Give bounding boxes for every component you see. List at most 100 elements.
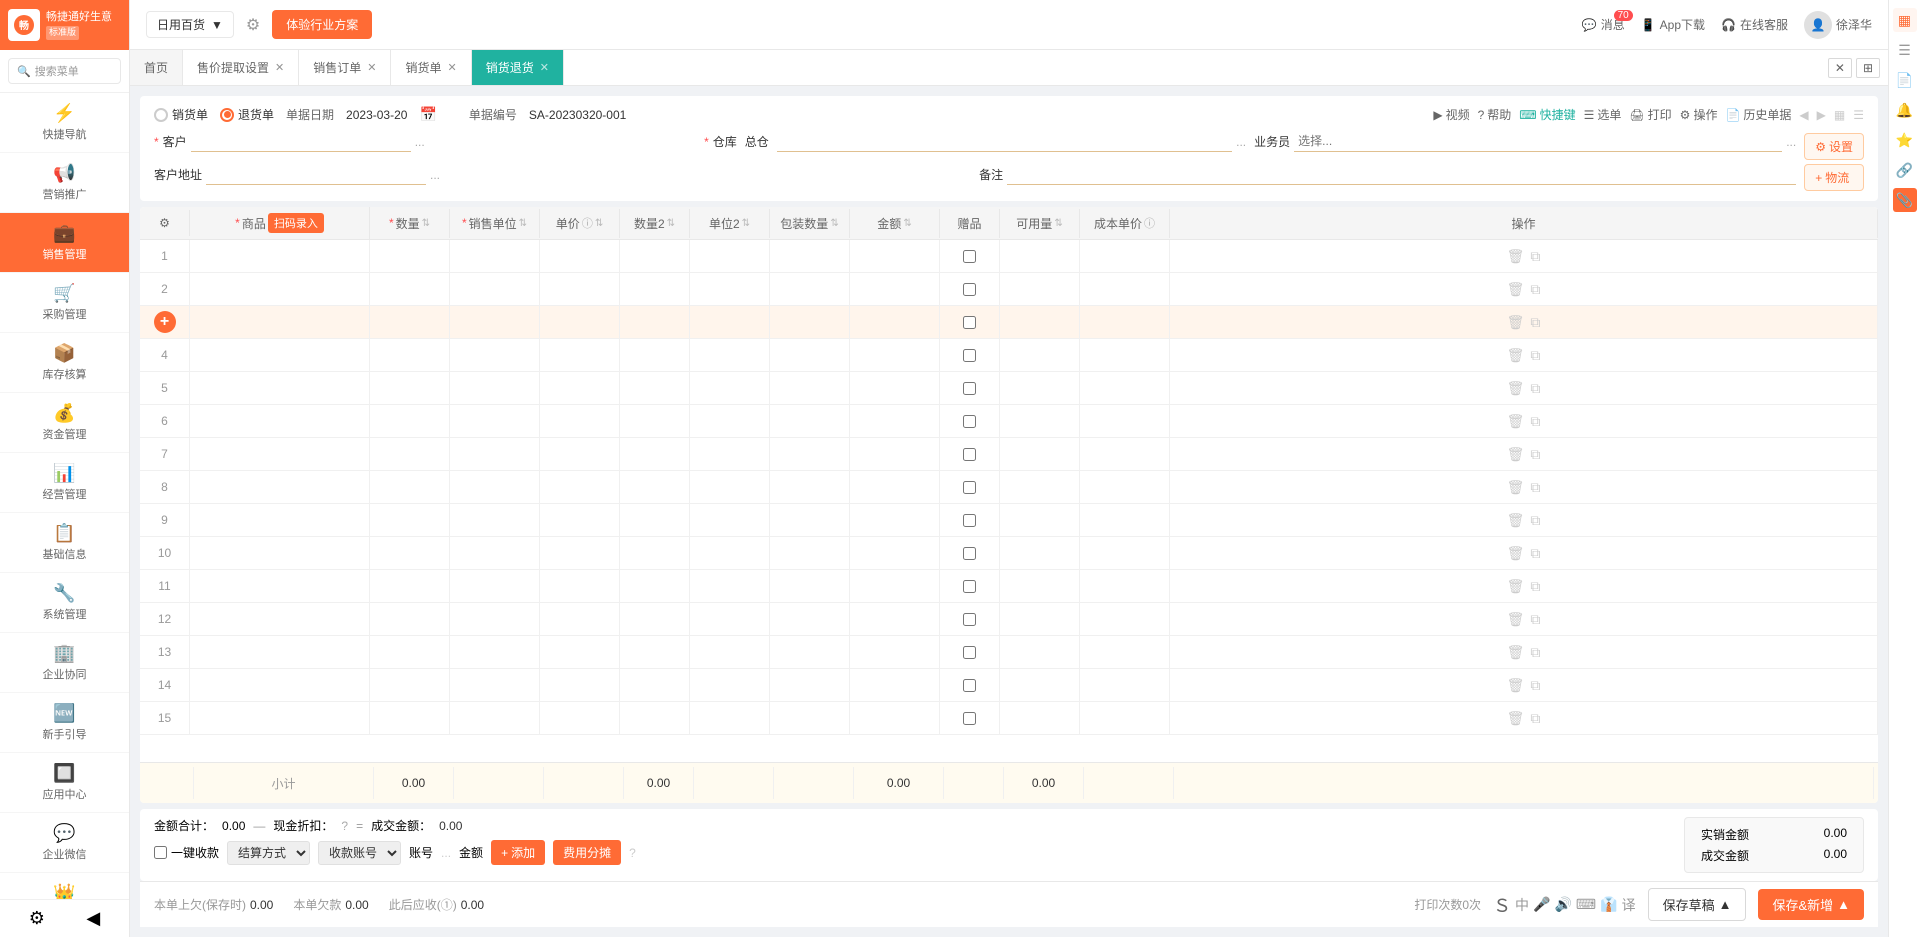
app-download-item[interactable]: 📱 App下载 <box>1641 16 1705 33</box>
unit-sort-icon[interactable]: ⇅ <box>519 218 527 229</box>
product-input-3[interactable] <box>194 315 365 329</box>
grid-view-icon[interactable]: ▦ <box>1834 108 1845 122</box>
next-record-icon[interactable]: ▶ <box>1817 108 1826 122</box>
row-3-avail[interactable] <box>1000 306 1080 338</box>
sidebar-item-member[interactable]: 👑 畅会员 <box>0 873 129 899</box>
sidebar-item-marketing[interactable]: 📢 营销推广 <box>0 153 129 213</box>
qty-sort-icon[interactable]: ⇅ <box>422 218 430 229</box>
mic-icon[interactable]: 🎤 <box>1533 896 1550 913</box>
sidebar-item-system[interactable]: 🔧 系统管理 <box>0 573 129 633</box>
delete-btn-1[interactable]: 🗑 <box>1507 248 1525 265</box>
row-1-avail[interactable] <box>1000 240 1080 272</box>
row-2-unit[interactable] <box>450 273 540 305</box>
sidebar-item-finance[interactable]: 💰 资金管理 <box>0 393 129 453</box>
row-3-qty2[interactable] <box>620 306 690 338</box>
address-dots[interactable]: ... <box>430 168 440 182</box>
row-2-cost[interactable] <box>1080 273 1170 305</box>
amount-sort-icon[interactable]: ⇅ <box>903 218 911 229</box>
tab-expand-btn[interactable]: ⊞ <box>1856 58 1880 78</box>
row-1-product[interactable] <box>190 240 370 272</box>
save-new-button[interactable]: 保存&新增 ▲ <box>1758 889 1864 920</box>
row-3-unit[interactable] <box>450 306 540 338</box>
expense-split-button[interactable]: 费用分摊 <box>553 840 621 865</box>
tab-close-sales[interactable]: ✕ <box>448 61 457 74</box>
video-action[interactable]: ▶ 视频 <box>1433 106 1469 123</box>
experience-button[interactable]: 体验行业方案 <box>272 10 372 39</box>
tab-sales-return[interactable]: 销货退货 ✕ <box>472 50 564 86</box>
radio-sales[interactable]: 销货单 <box>154 106 208 123</box>
collapse-icon[interactable]: ◀ <box>86 908 100 929</box>
help-action[interactable]: ? 帮助 <box>1478 106 1512 123</box>
keyboard-icon[interactable]: ⌨ <box>1576 896 1596 913</box>
speaker-icon[interactable]: 🔊 <box>1554 896 1571 913</box>
copy-btn-1[interactable]: ⧉ <box>1530 248 1540 265</box>
remark-input[interactable] <box>1007 164 1796 185</box>
row-1-pack[interactable] <box>770 240 850 272</box>
row-2-product[interactable] <box>190 273 370 305</box>
s-icon[interactable]: Ｓ <box>1493 892 1511 918</box>
sidebar-item-quick-nav[interactable]: ⚡ 快捷导航 <box>0 93 129 153</box>
sidebar-item-guide[interactable]: 🆕 新手引导 <box>0 693 129 753</box>
warehouse-input[interactable] <box>777 131 1232 152</box>
sidebar-item-operation[interactable]: 📊 经营管理 <box>0 453 129 513</box>
row-3-product[interactable] <box>190 306 370 338</box>
right-panel-list-icon[interactable]: ☰ <box>1893 38 1917 62</box>
topbar-gear-icon[interactable]: ⚙ <box>246 15 260 35</box>
row-1-unit2[interactable] <box>690 240 770 272</box>
row-3-cost[interactable] <box>1080 306 1170 338</box>
unit2-sort-icon[interactable]: ⇅ <box>742 218 750 229</box>
expense-help-icon[interactable]: ? <box>629 846 636 860</box>
gift-checkbox-3[interactable] <box>944 316 995 329</box>
salesperson-dots[interactable]: ... <box>1786 135 1796 149</box>
row-2-avail[interactable] <box>1000 273 1080 305</box>
row-1-cost[interactable] <box>1080 240 1170 272</box>
row-2-gift[interactable] <box>940 273 1000 305</box>
tab-price-extract[interactable]: 售价提取设置 ✕ <box>183 50 299 86</box>
copy-btn-3[interactable]: ⧉ <box>1530 314 1540 331</box>
radio-return[interactable]: 退货单 <box>220 106 274 123</box>
quick-keys-action[interactable]: ⌨ 快捷键 <box>1519 106 1575 123</box>
list-view-icon[interactable]: ☰ <box>1853 108 1864 122</box>
add-row-button[interactable]: + <box>154 311 176 333</box>
row-3-qty[interactable] <box>370 306 450 338</box>
save-draft-button[interactable]: 保存草稿 ▲ <box>1648 888 1747 921</box>
ops-action[interactable]: ⚙ 操作 <box>1680 106 1718 123</box>
sidebar-item-purchase[interactable]: 🛒 采购管理 <box>0 273 129 333</box>
row-3-gift[interactable] <box>940 306 1000 338</box>
tab-close-sales-return[interactable]: ✕ <box>540 61 549 74</box>
row-1-gift[interactable] <box>940 240 1000 272</box>
prev-record-icon[interactable]: ◀ <box>1799 108 1808 122</box>
sidebar-item-app-center[interactable]: 🔲 应用中心 <box>0 753 129 813</box>
pack-sort-icon[interactable]: ⇅ <box>830 218 838 229</box>
right-panel-bell-icon[interactable]: 🔔 <box>1893 98 1917 122</box>
row-2-qty2[interactable] <box>620 273 690 305</box>
scan-button[interactable]: 扫码录入 <box>268 213 324 233</box>
row-3-pack[interactable] <box>770 306 850 338</box>
sidebar-item-basic-info[interactable]: 📋 基础信息 <box>0 513 129 573</box>
address-input[interactable] <box>206 164 426 185</box>
customer-dots[interactable]: ... <box>415 135 425 149</box>
sidebar-item-sales[interactable]: 💼 销售管理 <box>0 213 129 273</box>
customer-input[interactable] <box>191 131 411 152</box>
right-panel-doc-icon[interactable]: 📄 <box>1893 68 1917 92</box>
form-settings-button[interactable]: ⚙ 设置 <box>1804 133 1864 160</box>
row-1-unit[interactable] <box>450 240 540 272</box>
row-3-amount[interactable] <box>850 306 940 338</box>
delete-btn-3[interactable]: 🗑 <box>1507 314 1525 331</box>
row-2-price[interactable] <box>540 273 620 305</box>
sidebar-item-wechat[interactable]: 💬 企业微信 <box>0 813 129 873</box>
salesperson-input[interactable] <box>1294 131 1782 152</box>
shirt-icon[interactable]: 👔 <box>1600 896 1617 913</box>
th-settings[interactable]: ⚙ <box>140 210 190 236</box>
tab-close-sales-order[interactable]: ✕ <box>367 61 376 74</box>
row-1-amount[interactable] <box>850 240 940 272</box>
tab-close-price[interactable]: ✕ <box>275 61 284 74</box>
right-panel-grid-icon[interactable]: ▦ <box>1893 8 1917 32</box>
tab-sales-order[interactable]: 销售订单 ✕ <box>299 50 391 86</box>
qty2-sort-icon[interactable]: ⇅ <box>667 218 675 229</box>
settlement-select[interactable]: 结算方式 <box>227 841 310 865</box>
history-action[interactable]: 📄 历史单据 <box>1725 106 1791 123</box>
daily-goods-select[interactable]: 日用百货 ▼ <box>146 11 234 38</box>
user-item[interactable]: 👤 徐泽华 <box>1804 11 1872 39</box>
translate-icon[interactable]: 译 <box>1622 895 1636 915</box>
